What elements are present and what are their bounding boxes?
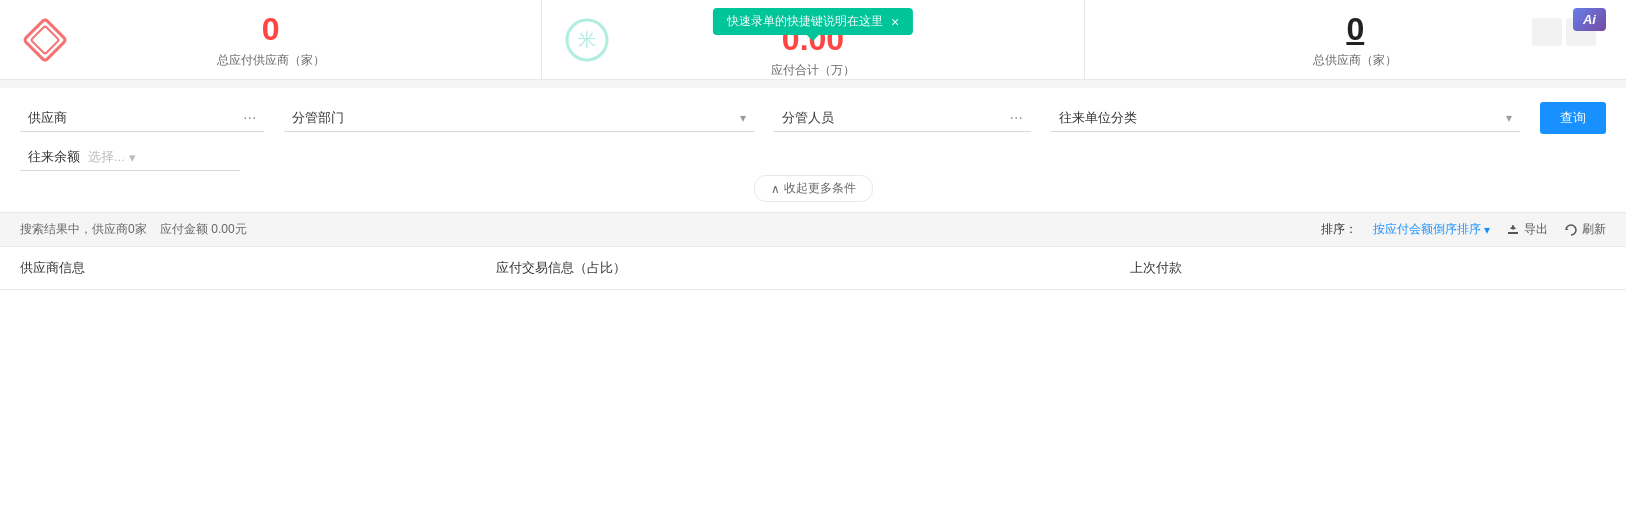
collapse-button[interactable]: ∧ 收起更多条件 — [754, 175, 873, 202]
manager-label: 分管人员 — [782, 109, 834, 127]
diamond-icon — [20, 15, 70, 65]
supplier-label: 供应商 — [28, 109, 67, 127]
search-row-1: 供应商 ··· 分管部门 ▾ 分管人员 ··· 往来单位分类 ▾ 查询 — [20, 102, 1606, 134]
department-label: 分管部门 — [292, 109, 344, 127]
stat-payable-total: 米 快速录单的快捷键说明在这里 × 0.00 应付合计（万） — [542, 0, 1084, 79]
tooltip-close-icon[interactable]: × — [891, 15, 899, 29]
stat-total-suppliers: 0 总供应商（家） Ai — [1085, 0, 1626, 79]
unit-category-arrow-icon[interactable]: ▾ — [1506, 111, 1512, 125]
results-summary: 搜索结果中，供应商0家 应付金额 0.00元 — [20, 221, 247, 238]
total-suppliers-number: 0 — [1346, 10, 1364, 48]
total-suppliers-label: 总供应商（家） — [1313, 52, 1397, 69]
results-right: 排序： 按应付会额倒序排序 ▾ 导出 刷新 — [1321, 221, 1606, 238]
col-transaction-header: 应付交易信息（占比） — [496, 259, 1130, 277]
results-amount: 应付金额 0.00元 — [160, 222, 247, 236]
manager-input[interactable] — [842, 110, 1010, 125]
svg-rect-0 — [24, 19, 66, 61]
search-row-2: 往来余额 选择... ▾ — [20, 144, 1606, 171]
unit-category-label: 往来单位分类 — [1059, 109, 1137, 127]
table-body — [0, 290, 1626, 515]
svg-text:米: 米 — [578, 30, 596, 50]
balance-placeholder: 选择... — [88, 148, 125, 166]
balance-label: 往来余额 — [28, 148, 80, 166]
balance-select[interactable]: 选择... ▾ — [88, 148, 232, 166]
refresh-label: 刷新 — [1582, 221, 1606, 238]
supplier-dots-icon[interactable]: ··· — [243, 109, 256, 127]
coin-icon: 米 — [562, 15, 612, 65]
sort-arrow-icon: ▾ — [1484, 223, 1490, 237]
tooltip-text: 快速录单的快捷键说明在这里 — [727, 13, 883, 30]
supplier-field: 供应商 ··· — [20, 105, 264, 132]
payable-suppliers-label: 总应付供应商（家） — [217, 52, 325, 69]
manager-field: 分管人员 ··· — [774, 105, 1031, 132]
sort-label: 排序： — [1321, 221, 1357, 238]
export-icon — [1506, 223, 1520, 237]
department-arrow-icon[interactable]: ▾ — [740, 111, 746, 125]
results-text: 搜索结果中，供应商0家 — [20, 222, 147, 236]
collapse-icon: ∧ — [771, 182, 780, 196]
svg-rect-6 — [1513, 225, 1514, 230]
results-bar: 搜索结果中，供应商0家 应付金额 0.00元 排序： 按应付会额倒序排序 ▾ 导… — [0, 213, 1626, 247]
svg-rect-4 — [1508, 232, 1518, 234]
supplier-input[interactable] — [75, 110, 243, 125]
ai-badge[interactable]: Ai — [1573, 8, 1606, 31]
collapse-row: ∧ 收起更多条件 — [20, 175, 1606, 202]
sort-select[interactable]: 按应付会额倒序排序 ▾ — [1373, 221, 1490, 238]
collapse-label: 收起更多条件 — [784, 180, 856, 197]
tooltip-popup: 快速录单的快捷键说明在这里 × — [713, 8, 913, 35]
balance-arrow-icon: ▾ — [129, 150, 136, 165]
unit-category-field: 往来单位分类 ▾ — [1051, 105, 1520, 132]
payable-total-label: 应付合计（万） — [771, 62, 855, 79]
table-header: 供应商信息 应付交易信息（占比） 上次付款 — [0, 247, 1626, 290]
export-label: 导出 — [1524, 221, 1548, 238]
balance-field: 往来余额 选择... ▾ — [20, 144, 240, 171]
department-input[interactable] — [352, 110, 739, 125]
sort-value: 按应付会额倒序排序 — [1373, 221, 1481, 238]
payable-suppliers-number: 0 — [262, 10, 280, 48]
department-field: 分管部门 ▾ — [284, 105, 753, 132]
col-lastpay-header: 上次付款 — [1130, 259, 1606, 277]
search-panel: 供应商 ··· 分管部门 ▾ 分管人员 ··· 往来单位分类 ▾ 查询 往来余额 — [0, 88, 1626, 213]
refresh-icon — [1564, 223, 1578, 237]
manager-dots-icon[interactable]: ··· — [1010, 109, 1023, 127]
unit-category-input[interactable] — [1145, 110, 1506, 125]
stat-payable-suppliers: 0 总应付供应商（家） — [0, 0, 542, 79]
export-button[interactable]: 导出 — [1506, 221, 1548, 238]
refresh-button[interactable]: 刷新 — [1564, 221, 1606, 238]
stats-bar: 0 总应付供应商（家） 米 快速录单的快捷键说明在这里 × 0.00 应付合计（… — [0, 0, 1626, 80]
query-button[interactable]: 查询 — [1540, 102, 1606, 134]
col-supplier-header: 供应商信息 — [20, 259, 496, 277]
